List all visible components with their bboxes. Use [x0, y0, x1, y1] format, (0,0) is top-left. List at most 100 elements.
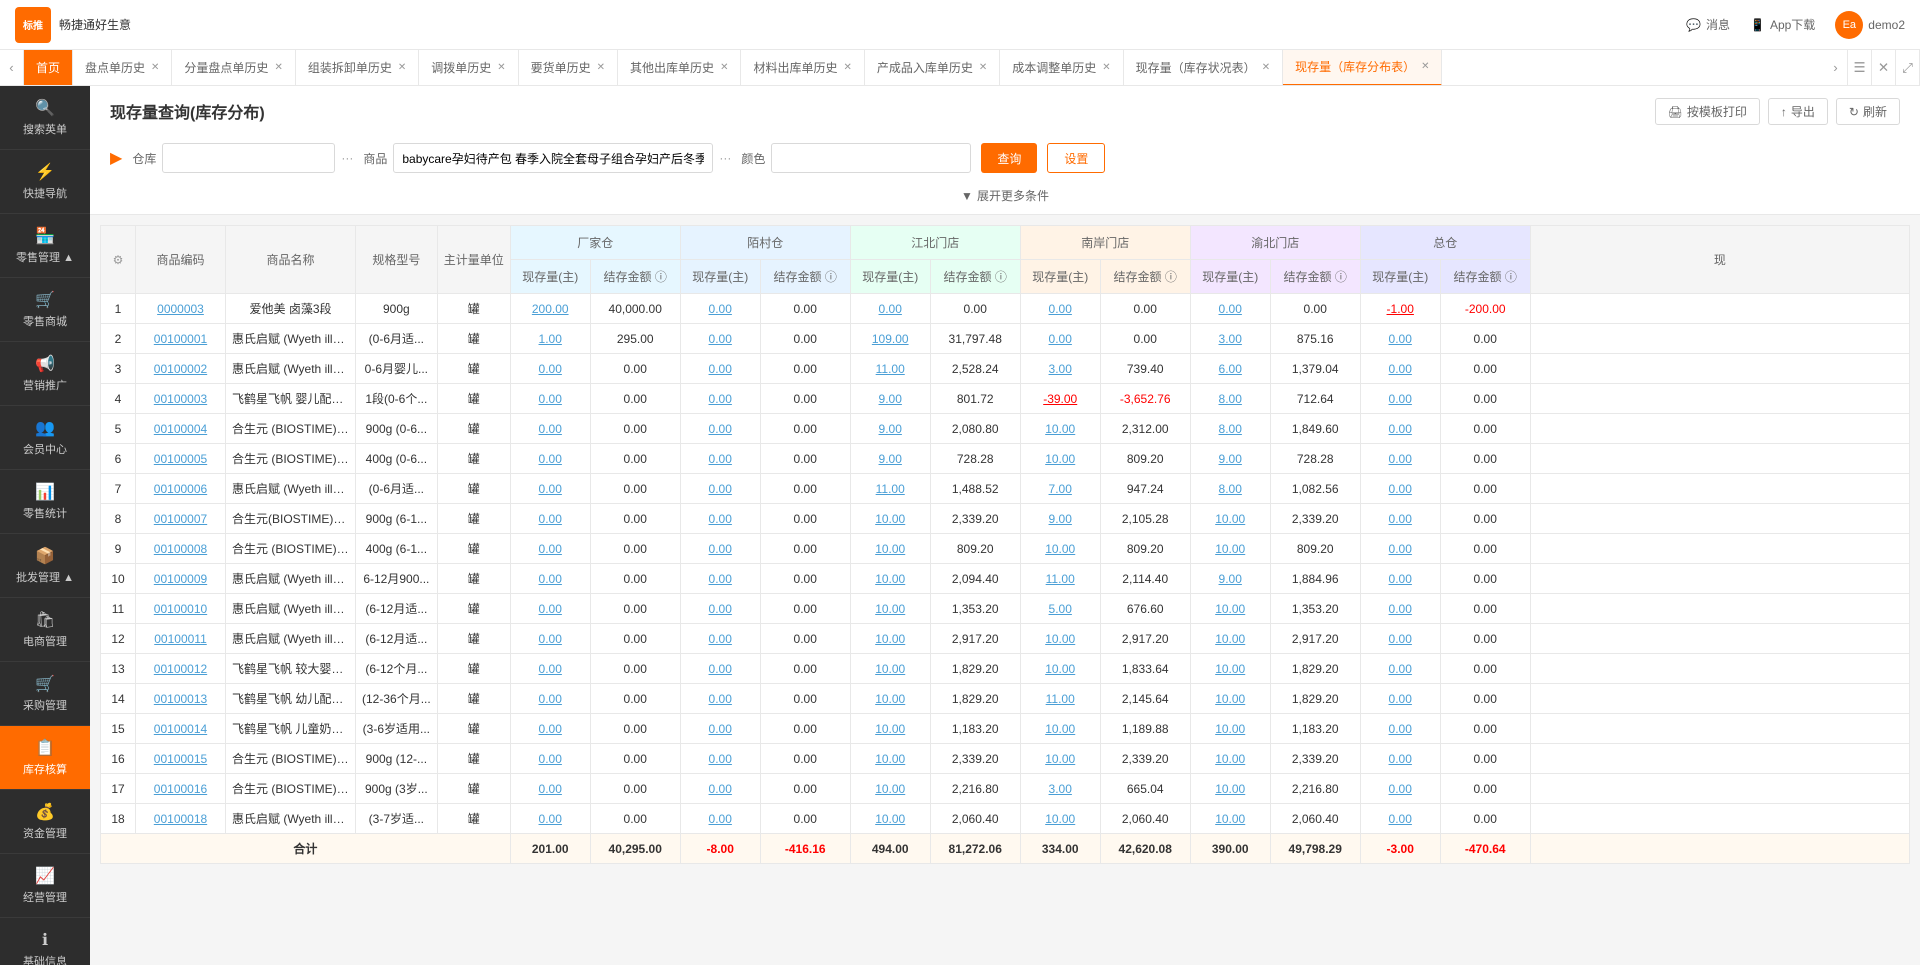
table-cell-code[interactable]: 00100016 [136, 774, 226, 804]
table-cell[interactable]: 10.00 [850, 504, 930, 534]
table-cell-code[interactable]: 00100018 [136, 804, 226, 834]
tab-product-in-close[interactable]: ✕ [979, 62, 987, 73]
table-cell[interactable]: 0.00 [1360, 804, 1440, 834]
tab-stock-dist[interactable]: 现存量（库存分布表） ✕ [1283, 50, 1442, 86]
table-cell[interactable]: 11.00 [1020, 684, 1100, 714]
table-cell[interactable]: 10.00 [1190, 594, 1270, 624]
table-cell[interactable]: 9.00 [850, 414, 930, 444]
export-btn[interactable]: ↑ 导出 [1768, 98, 1828, 125]
table-cell[interactable]: 10.00 [850, 684, 930, 714]
table-cell[interactable]: 0.00 [1190, 294, 1270, 324]
setting-btn[interactable]: 设置 [1047, 143, 1105, 173]
table-cell[interactable]: 0.00 [510, 414, 590, 444]
table-cell[interactable]: 0.00 [510, 474, 590, 504]
table-cell[interactable]: 8.00 [1190, 474, 1270, 504]
sidebar-item-operation[interactable]: 📈 经营管理 [0, 854, 90, 918]
table-cell[interactable]: 0.00 [680, 294, 760, 324]
table-cell[interactable]: 0.00 [510, 654, 590, 684]
table-cell[interactable]: 0.00 [680, 444, 760, 474]
table-cell[interactable]: 0.00 [510, 534, 590, 564]
table-cell[interactable]: 10.00 [850, 534, 930, 564]
table-cell-code[interactable]: 00100010 [136, 594, 226, 624]
table-cell[interactable]: 0.00 [1360, 384, 1440, 414]
sidebar-item-inventory[interactable]: 📋 库存核算 [0, 726, 90, 790]
table-cell[interactable]: 0.00 [1360, 624, 1440, 654]
table-cell[interactable]: 10.00 [850, 714, 930, 744]
table-cell[interactable]: 0.00 [680, 624, 760, 654]
message-btn[interactable]: 💬 消息 [1686, 16, 1730, 33]
table-cell[interactable]: 8.00 [1190, 384, 1270, 414]
table-cell[interactable]: 10.00 [1190, 504, 1270, 534]
warehouse-ellipsis[interactable]: ··· [341, 151, 353, 165]
table-cell[interactable]: 10.00 [1190, 534, 1270, 564]
table-cell[interactable]: 0.00 [680, 564, 760, 594]
table-cell[interactable]: 0.00 [1360, 654, 1440, 684]
tab-request-close[interactable]: ✕ [597, 62, 605, 73]
table-cell[interactable]: 0.00 [1360, 414, 1440, 444]
table-cell[interactable]: 0.00 [510, 594, 590, 624]
tab-transfer[interactable]: 调拨单历史 ✕ [419, 50, 518, 86]
table-cell[interactable]: 10.00 [1190, 744, 1270, 774]
table-cell-code[interactable]: 00100007 [136, 504, 226, 534]
tab-assemble-close[interactable]: ✕ [398, 62, 406, 73]
table-cell[interactable]: 3.00 [1020, 774, 1100, 804]
table-cell[interactable]: 3.00 [1190, 324, 1270, 354]
table-cell[interactable]: 10.00 [1020, 624, 1100, 654]
tab-request[interactable]: 要货单历史 ✕ [519, 50, 618, 86]
print-btn[interactable]: 🖨 按模板打印 [1655, 98, 1760, 125]
refresh-btn[interactable]: ↻ 刷新 [1836, 98, 1900, 125]
table-cell[interactable]: 0.00 [1360, 594, 1440, 624]
sidebar-item-basics[interactable]: ℹ 基础信息 [0, 918, 90, 965]
table-cell-code[interactable]: 00100013 [136, 684, 226, 714]
tab-stock-dist-close[interactable]: ✕ [1421, 61, 1429, 72]
table-cell[interactable]: 11.00 [850, 474, 930, 504]
sidebar-item-member[interactable]: 👥 会员中心 [0, 406, 90, 470]
table-cell[interactable]: 0.00 [680, 714, 760, 744]
table-cell[interactable]: 0.00 [1020, 324, 1100, 354]
tab-cost-adj-close[interactable]: ✕ [1102, 62, 1110, 73]
sidebar-item-wholesale[interactable]: 📦 批发管理 ▲ [0, 534, 90, 598]
tab-other-out[interactable]: 其他出库单历史 ✕ [618, 50, 741, 86]
sidebar-item-retail-stats[interactable]: 📊 零售统计 [0, 470, 90, 534]
table-cell[interactable]: 0.00 [680, 384, 760, 414]
table-cell[interactable]: 0.00 [680, 744, 760, 774]
table-cell-code[interactable]: 00100011 [136, 624, 226, 654]
table-cell[interactable]: 10.00 [850, 594, 930, 624]
sidebar-item-quick[interactable]: ⚡ 快捷导航 [0, 150, 90, 214]
color-input[interactable] [771, 143, 971, 173]
tab-other-out-close[interactable]: ✕ [720, 62, 728, 73]
user-profile[interactable]: Ea demo2 [1835, 11, 1905, 39]
table-cell[interactable]: 7.00 [1020, 474, 1100, 504]
table-cell-code[interactable]: 00100005 [136, 444, 226, 474]
table-cell[interactable]: 0.00 [1360, 444, 1440, 474]
table-cell[interactable]: 11.00 [1020, 564, 1100, 594]
table-cell[interactable]: 10.00 [850, 624, 930, 654]
sidebar-item-ecommerce[interactable]: 🛍 电商管理 [0, 598, 90, 662]
table-cell[interactable]: 0.00 [1020, 294, 1100, 324]
table-cell[interactable]: 10.00 [1020, 714, 1100, 744]
table-cell[interactable]: 10.00 [1190, 654, 1270, 684]
table-cell[interactable]: 0.00 [1360, 714, 1440, 744]
tab-stock-sub[interactable]: 分量盘点单历史 ✕ [172, 50, 295, 86]
table-cell[interactable]: 0.00 [1360, 744, 1440, 774]
table-cell-code[interactable]: 00100008 [136, 534, 226, 564]
goods-ellipsis[interactable]: ··· [719, 151, 731, 165]
table-cell[interactable]: 0.00 [510, 354, 590, 384]
tab-next-btn[interactable]: › [1824, 50, 1848, 86]
tab-menu-btn[interactable]: ☰ [1848, 50, 1872, 86]
tab-product-in[interactable]: 产成品入库单历史 ✕ [865, 50, 1000, 86]
table-cell[interactable]: 0.00 [680, 324, 760, 354]
table-cell[interactable]: 5.00 [1020, 594, 1100, 624]
table-cell-code[interactable]: 00100009 [136, 564, 226, 594]
table-cell[interactable]: 10.00 [1190, 804, 1270, 834]
table-cell[interactable]: 0.00 [680, 504, 760, 534]
table-cell[interactable]: 10.00 [1190, 774, 1270, 804]
table-cell-code[interactable]: 0000003 [136, 294, 226, 324]
table-cell[interactable]: 0.00 [1360, 504, 1440, 534]
table-cell[interactable]: 10.00 [850, 804, 930, 834]
sidebar-item-search[interactable]: 🔍 搜索英单 [0, 86, 90, 150]
table-cell[interactable]: 0.00 [680, 414, 760, 444]
table-cell[interactable]: 0.00 [1360, 324, 1440, 354]
table-cell-code[interactable]: 00100004 [136, 414, 226, 444]
query-btn[interactable]: 查询 [981, 143, 1037, 173]
